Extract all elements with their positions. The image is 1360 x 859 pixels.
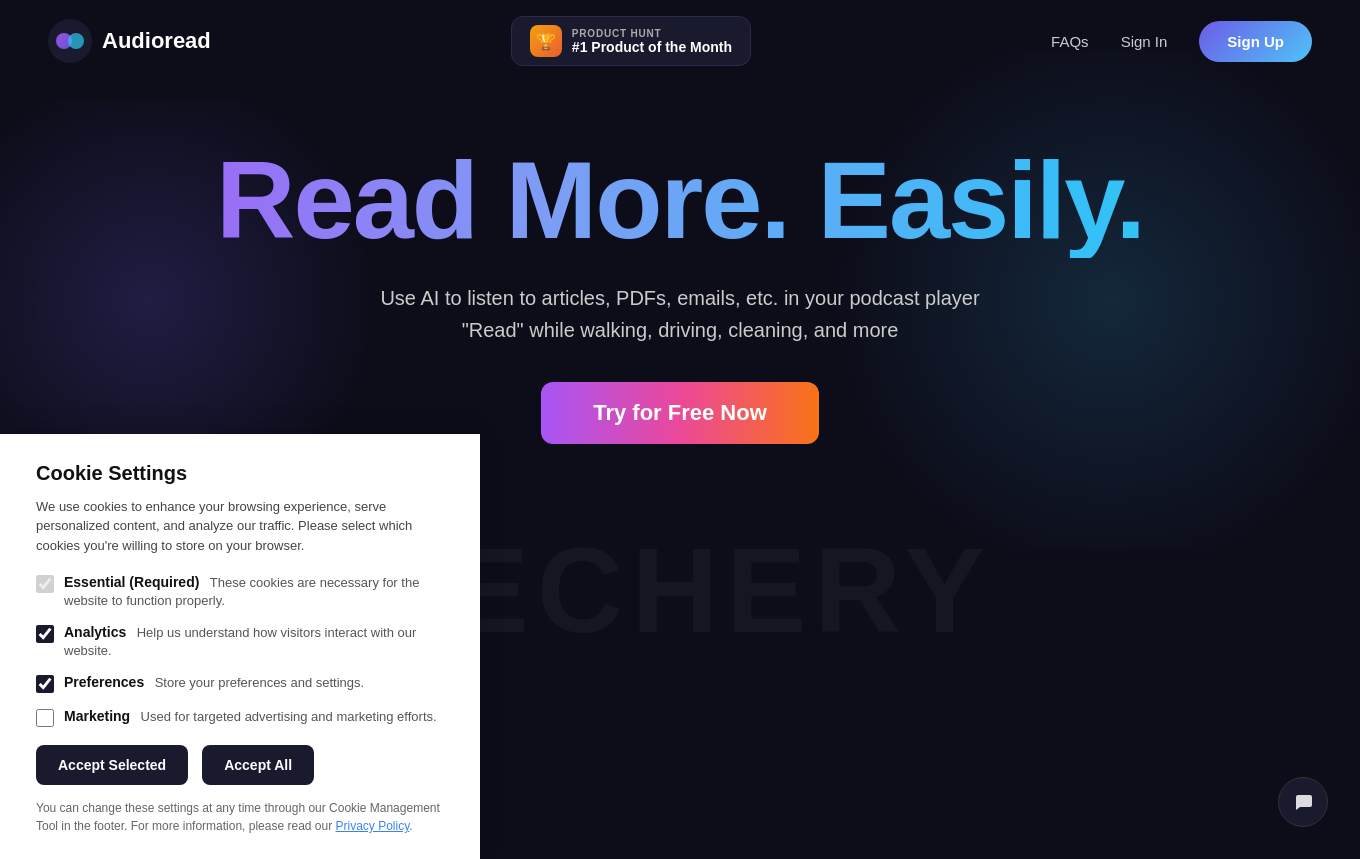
cookie-label-marketing: Marketing <box>64 708 130 724</box>
cookie-desc-preferences: Store your preferences and settings. <box>155 675 365 690</box>
audioread-logo-icon <box>48 19 92 63</box>
hero-subtitle-line1: Use AI to listen to articles, PDFs, emai… <box>380 287 979 309</box>
cta-button[interactable]: Try for Free Now <box>541 382 819 444</box>
signin-link[interactable]: Sign In <box>1121 33 1168 50</box>
hero-subtitle: Use AI to listen to articles, PDFs, emai… <box>48 282 1312 346</box>
cookie-settings-panel: Cookie Settings We use cookies to enhanc… <box>0 434 480 860</box>
product-hunt-title: #1 Product of the Month <box>572 39 732 55</box>
cookie-item-marketing: Marketing Used for targeted advertising … <box>36 707 444 727</box>
cookie-checkbox-analytics[interactable] <box>36 625 54 643</box>
cookie-checkbox-marketing[interactable] <box>36 709 54 727</box>
cookie-desc-marketing: Used for targeted advertising and market… <box>141 709 437 724</box>
svg-point-2 <box>68 33 84 49</box>
cookie-checkbox-preferences[interactable] <box>36 675 54 693</box>
chat-icon <box>1292 791 1314 813</box>
cookie-footer-end: . <box>409 819 412 833</box>
hero-title: Read More. Easily. <box>48 142 1312 258</box>
hero-section: Read More. Easily. Use AI to listen to a… <box>0 82 1360 484</box>
cookie-label-preferences: Preferences <box>64 674 144 690</box>
hero-subtitle-line2: "Read" while walking, driving, cleaning,… <box>462 319 899 341</box>
cookie-checkbox-essential[interactable] <box>36 575 54 593</box>
cookie-label-analytics: Analytics <box>64 624 126 640</box>
product-hunt-icon: 🏆 <box>530 25 562 57</box>
accept-all-button[interactable]: Accept All <box>202 745 314 785</box>
cookie-buttons: Accept Selected Accept All <box>36 745 444 785</box>
cookie-title: Cookie Settings <box>36 462 444 485</box>
cookie-description: We use cookies to enhance your browsing … <box>36 497 444 556</box>
cookie-footer: You can change these settings at any tim… <box>36 799 444 835</box>
cookie-item-preferences: Preferences Store your preferences and s… <box>36 673 444 693</box>
product-hunt-label: PRODUCT HUNT <box>572 28 732 39</box>
accept-selected-button[interactable]: Accept Selected <box>36 745 188 785</box>
navbar: Audioread 🏆 PRODUCT HUNT #1 Product of t… <box>0 0 1360 82</box>
cookie-item-analytics: Analytics Help us understand how visitor… <box>36 623 444 659</box>
faqs-link[interactable]: FAQs <box>1051 33 1089 50</box>
cookie-label-essential: Essential (Required) <box>64 574 199 590</box>
product-hunt-badge: 🏆 PRODUCT HUNT #1 Product of the Month <box>511 16 751 66</box>
product-hunt-text: PRODUCT HUNT #1 Product of the Month <box>572 28 732 55</box>
cookie-item-essential: Essential (Required) These cookies are n… <box>36 573 444 609</box>
nav-right: FAQs Sign In Sign Up <box>1051 21 1312 62</box>
logo-area: Audioread <box>48 19 211 63</box>
logo-text: Audioread <box>102 28 211 54</box>
privacy-policy-link[interactable]: Privacy Policy <box>336 819 410 833</box>
chat-button[interactable] <box>1278 777 1328 827</box>
signup-button[interactable]: Sign Up <box>1199 21 1312 62</box>
